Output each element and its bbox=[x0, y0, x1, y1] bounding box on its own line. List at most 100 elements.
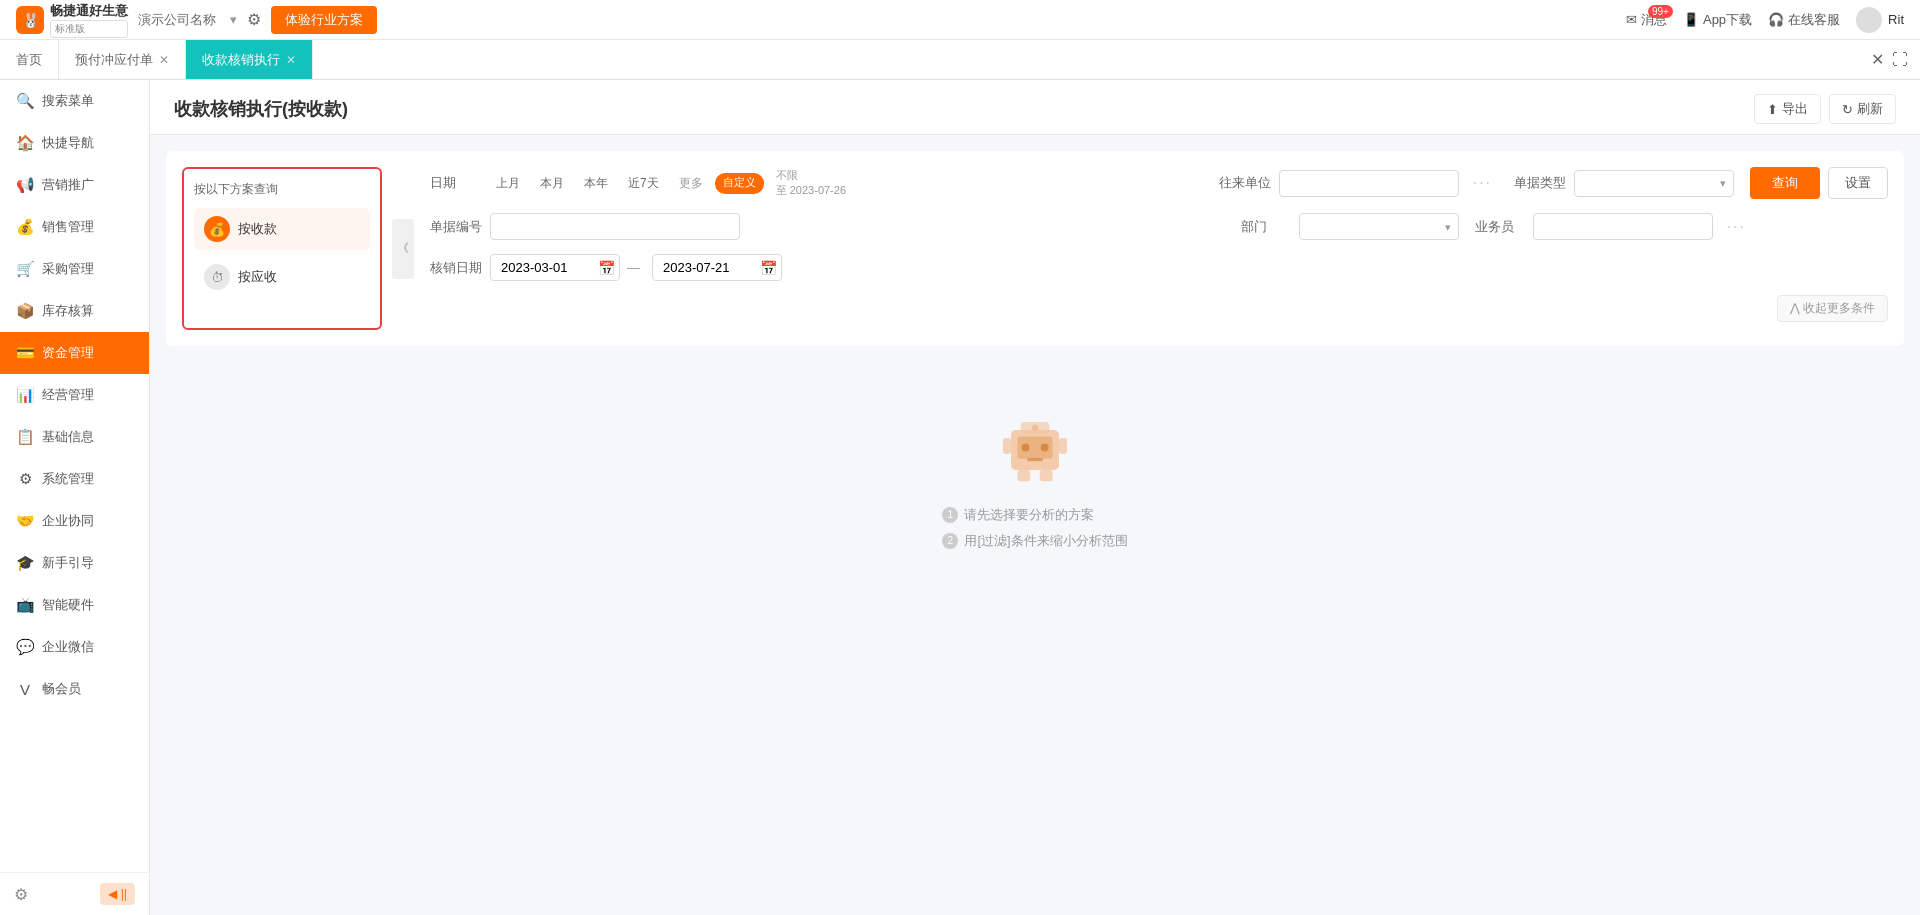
topbar-logo: 🐰 畅捷通好生意 标准版 bbox=[16, 2, 128, 38]
sidebar-item-search-menu[interactable]: 🔍 搜索菜单 bbox=[0, 80, 149, 122]
partner-input[interactable] bbox=[1279, 170, 1459, 197]
svg-rect-8 bbox=[1040, 470, 1053, 481]
svg-point-2 bbox=[1021, 444, 1029, 452]
sidebar-label-system: 系统管理 bbox=[42, 470, 94, 488]
tab-prepay-label: 预付冲应付单 bbox=[75, 51, 153, 69]
collapse-more-row: ⋀ 收起更多条件 bbox=[430, 295, 1888, 330]
export-label: 导出 bbox=[1782, 100, 1808, 118]
calendar-start-icon[interactable]: 📅 bbox=[598, 260, 615, 276]
inventory-icon: 📦 bbox=[16, 302, 34, 320]
svg-rect-6 bbox=[1059, 438, 1067, 454]
date-no-limit: 不限 bbox=[776, 168, 846, 183]
filter-option-by-receivable[interactable]: ⏱ 按应收 bbox=[194, 256, 370, 298]
verify-date-start-wrapper: 📅 bbox=[490, 254, 615, 281]
calendar-end-icon[interactable]: 📅 bbox=[760, 260, 777, 276]
filter-option-by-receipt[interactable]: 💰 按收款 bbox=[194, 208, 370, 250]
user-profile[interactable]: Rit bbox=[1856, 7, 1904, 33]
service-label: 在线客服 bbox=[1788, 11, 1840, 29]
sidebar-item-wechat[interactable]: 💬 企业微信 bbox=[0, 626, 149, 668]
empty-state: 1 请先选择要分析的方案 2 用[过滤]条件来缩小分析范围 bbox=[166, 346, 1904, 614]
sidebar-item-member[interactable]: V 畅会员 bbox=[0, 668, 149, 710]
shortcut-last-month[interactable]: 上月 bbox=[488, 173, 528, 194]
avatar bbox=[1856, 7, 1882, 33]
doc-no-label: 单据编号 bbox=[430, 218, 482, 236]
staff-more-icon[interactable]: ··· bbox=[1721, 218, 1752, 236]
svg-rect-4 bbox=[1027, 458, 1043, 461]
sidebar-label-operation: 经营管理 bbox=[42, 386, 94, 404]
settings-button[interactable]: 设置 bbox=[1828, 167, 1888, 199]
date-to-hint: 至 2023-07-26 bbox=[776, 183, 846, 198]
doc-type-select[interactable] bbox=[1574, 170, 1734, 197]
fund-icon: 💳 bbox=[16, 344, 34, 362]
staff-input[interactable] bbox=[1533, 213, 1713, 240]
doc-no-input[interactable] bbox=[490, 213, 740, 240]
export-icon: ⬆ bbox=[1767, 102, 1778, 117]
app-download-button[interactable]: 📱 App下载 bbox=[1683, 11, 1752, 29]
sidebar-item-enterprise[interactable]: 🤝 企业协同 bbox=[0, 500, 149, 542]
collapse-more-button[interactable]: ⋀ 收起更多条件 bbox=[1777, 295, 1888, 322]
sidebar-item-marketing[interactable]: 📢 营销推广 bbox=[0, 164, 149, 206]
online-service-button[interactable]: 🎧 在线客服 bbox=[1768, 11, 1840, 29]
sidebar-label-guide: 新手引导 bbox=[42, 554, 94, 572]
enterprise-icon: 🤝 bbox=[16, 512, 34, 530]
doc-type-field: 单据类型 bbox=[1514, 170, 1734, 197]
message-button[interactable]: ✉ 消息 99+ bbox=[1626, 11, 1667, 29]
receivable-option-icon: ⏱ bbox=[204, 264, 230, 290]
refresh-button[interactable]: ↻ 刷新 bbox=[1829, 94, 1896, 124]
logo-text: 畅捷通好生意 标准版 bbox=[50, 2, 128, 38]
tab-prepay-close-icon[interactable]: ✕ bbox=[159, 53, 169, 67]
dropdown-arrow-icon[interactable]: ▾ bbox=[230, 12, 237, 27]
shortcut-this-month[interactable]: 本月 bbox=[532, 173, 572, 194]
tab-collect-close-icon[interactable]: ✕ bbox=[286, 53, 296, 67]
dept-label: 部门 bbox=[1241, 218, 1291, 236]
shortcut-7days[interactable]: 近7天 bbox=[620, 173, 667, 194]
export-button[interactable]: ⬆ 导出 bbox=[1754, 94, 1821, 124]
main-layout: 🔍 搜索菜单 🏠 快捷导航 📢 营销推广 💰 销售管理 🛒 采购管理 📦 库存核… bbox=[0, 80, 1920, 915]
solution-button[interactable]: 体验行业方案 bbox=[271, 6, 377, 34]
receipt-option-icon: 💰 bbox=[204, 216, 230, 242]
filter-form: 日期 上月 本月 本年 近7天 更多 自定义 bbox=[430, 167, 1888, 330]
tab-home[interactable]: 首页 bbox=[0, 40, 59, 79]
sidebar-item-inventory[interactable]: 📦 库存核算 bbox=[0, 290, 149, 332]
sidebar-item-hardware[interactable]: 📺 智能硬件 bbox=[0, 584, 149, 626]
sidebar-item-quick-nav[interactable]: 🏠 快捷导航 bbox=[0, 122, 149, 164]
settings-icon[interactable]: ⚙ bbox=[247, 10, 261, 29]
empty-text: 1 请先选择要分析的方案 2 用[过滤]条件来缩小分析范围 bbox=[942, 502, 1127, 554]
filter-row-2: 单据编号 部门 bbox=[430, 213, 1888, 240]
sidebar-label-fund: 资金管理 bbox=[42, 344, 94, 362]
shortcut-more[interactable]: 更多 bbox=[671, 173, 711, 194]
sidebar-settings-icon[interactable]: ⚙ bbox=[14, 885, 28, 904]
collapse-scheme-button[interactable]: 《 bbox=[392, 219, 414, 279]
marketing-icon: 📢 bbox=[16, 176, 34, 194]
maximize-tab-button[interactable]: ⛶ bbox=[1892, 51, 1908, 69]
tab-collect[interactable]: 收款核销执行 ✕ bbox=[186, 40, 313, 79]
sidebar-item-basic[interactable]: 📋 基础信息 bbox=[0, 416, 149, 458]
sidebar-label-hardware: 智能硬件 bbox=[42, 596, 94, 614]
query-button[interactable]: 查询 bbox=[1750, 167, 1820, 199]
sidebar-item-sales[interactable]: 💰 销售管理 bbox=[0, 206, 149, 248]
dept-select[interactable] bbox=[1299, 213, 1459, 240]
logo-badge: 标准版 bbox=[50, 20, 128, 38]
tab-prepay[interactable]: 预付冲应付单 ✕ bbox=[59, 40, 186, 79]
sidebar-item-system[interactable]: ⚙ 系统管理 bbox=[0, 458, 149, 500]
home-icon: 🏠 bbox=[16, 134, 34, 152]
topbar-company: 演示公司名称 bbox=[138, 11, 216, 29]
sidebar-item-fund[interactable]: 💳 资金管理 bbox=[0, 332, 149, 374]
receivable-option-label: 按应收 bbox=[238, 268, 277, 286]
date-custom-tag: 自定义 bbox=[715, 173, 764, 194]
sidebar-collapse-button[interactable]: ◀ || bbox=[100, 883, 135, 905]
dept-field: 部门 bbox=[1241, 213, 1459, 240]
close-tab-button[interactable]: ✕ bbox=[1871, 50, 1884, 69]
message-badge: 99+ bbox=[1648, 5, 1673, 18]
topbar-right: ✉ 消息 99+ 📱 App下载 🎧 在线客服 Rit bbox=[1626, 7, 1904, 33]
sidebar-item-guide[interactable]: 🎓 新手引导 bbox=[0, 542, 149, 584]
sidebar-item-operation[interactable]: 📊 经营管理 bbox=[0, 374, 149, 416]
verify-date-field: 核销日期 📅 — 📅 bbox=[430, 254, 777, 281]
purchase-icon: 🛒 bbox=[16, 260, 34, 278]
shortcut-this-year[interactable]: 本年 bbox=[576, 173, 616, 194]
date-field: 日期 上月 本月 本年 近7天 更多 自定义 bbox=[430, 168, 846, 198]
partner-more-icon[interactable]: ··· bbox=[1467, 174, 1498, 192]
sidebar-item-purchase[interactable]: 🛒 采购管理 bbox=[0, 248, 149, 290]
sidebar-label-marketing: 营销推广 bbox=[42, 176, 94, 194]
search-icon: 🔍 bbox=[16, 92, 34, 110]
